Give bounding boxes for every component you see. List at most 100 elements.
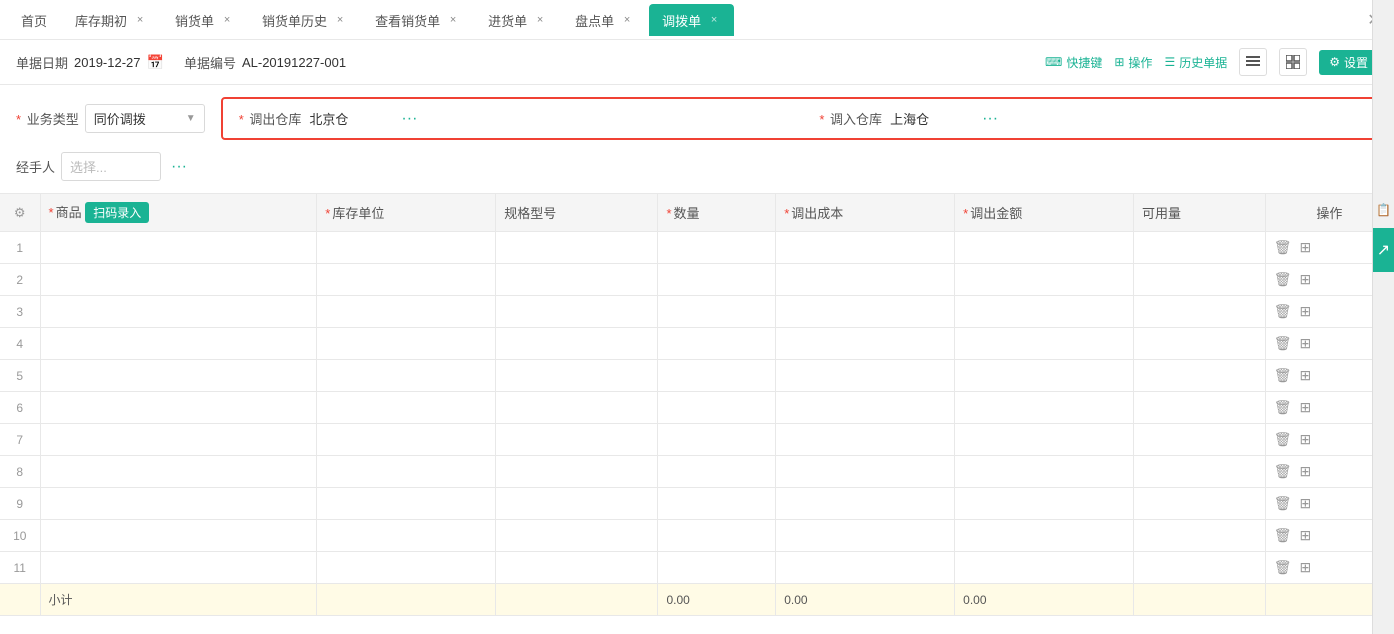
business-type-group: * 业务类型 同价调拨 ▼	[16, 104, 205, 133]
sidebar-notes-icon[interactable]: 📋	[1374, 200, 1394, 220]
items-table: ⚙ *商品 扫码录入 *库存单位 规格型号 *数量 *调出成本	[0, 194, 1394, 616]
form-body: * 业务类型 同价调拨 ▼ * 调出仓库 北京仓 ···	[0, 85, 1394, 193]
table-container: ⚙ *商品 扫码录入 *库存单位 规格型号 *数量 *调出成本	[0, 193, 1394, 634]
right-sidebar: 📋 ↗	[1372, 0, 1394, 634]
table-row: 1 🗑 ⊞	[0, 232, 1394, 264]
tab-inventory-check[interactable]: 盘点单 ×	[562, 4, 647, 36]
close-inventory-check-tab[interactable]: ×	[620, 13, 634, 27]
th-amount: *调出金额	[955, 194, 1134, 232]
calendar-icon[interactable]: 📅	[147, 54, 164, 71]
warehouse-highlight-box: * 调出仓库 北京仓 ··· * 调入仓库 上海仓 ···	[221, 97, 1378, 140]
sidebar-expand-icon[interactable]: ↗	[1373, 228, 1394, 272]
row-ops-5: 🗑 ⊞	[1274, 367, 1385, 384]
number-field: 单据编号 AL-20191227-001	[184, 53, 346, 72]
tab-sales-history[interactable]: 销货单历史 ×	[249, 4, 360, 36]
table-row: 8 🗑 ⊞	[0, 456, 1394, 488]
close-purchase-tab[interactable]: ×	[533, 13, 547, 27]
warehouse-out-more-btn[interactable]: ···	[397, 110, 421, 128]
delete-icon[interactable]: 🗑	[1274, 527, 1292, 544]
th-qty: *数量	[658, 194, 776, 232]
handler-group: 经手人 选择... ···	[16, 152, 191, 181]
header-actions: ⌨ 快捷键 ⊞ 操作 ☰ 历史单据	[1045, 48, 1378, 76]
copy-icon[interactable]: ⊞	[1300, 431, 1312, 448]
close-view-sales-tab[interactable]: ×	[446, 13, 460, 27]
grid-icon: ⊞	[1114, 55, 1124, 69]
table-settings-icon[interactable]: ⚙	[14, 205, 26, 220]
copy-icon[interactable]: ⊞	[1300, 559, 1312, 576]
row-ops-3: 🗑 ⊞	[1274, 303, 1385, 320]
handler-more-btn[interactable]: ···	[167, 158, 191, 176]
settings-icon: ⚙	[1329, 55, 1340, 69]
close-transfer-tab[interactable]: ×	[707, 13, 721, 27]
row-ops-11: 🗑 ⊞	[1274, 559, 1385, 576]
subtotal-label: 小计	[40, 584, 317, 616]
subtotal-qty: 0.00	[658, 584, 776, 616]
th-spec: 规格型号	[496, 194, 658, 232]
close-sales-history-tab[interactable]: ×	[333, 13, 347, 27]
grid-view-icon	[1286, 55, 1300, 69]
table-row: 3 🗑 ⊞	[0, 296, 1394, 328]
tab-transfer-order[interactable]: 调拨单 ×	[649, 4, 734, 36]
scan-button[interactable]: 扫码录入	[85, 202, 149, 223]
tab-purchase-order[interactable]: 进货单 ×	[475, 4, 560, 36]
copy-icon[interactable]: ⊞	[1300, 239, 1312, 256]
subtotal-amount: 0.00	[955, 584, 1134, 616]
delete-icon[interactable]: 🗑	[1274, 271, 1292, 288]
form-row-2: 经手人 选择... ···	[16, 152, 1378, 181]
settings-button[interactable]: ⚙ 设置	[1319, 50, 1378, 75]
tab-home[interactable]: 首页	[8, 4, 60, 36]
table-row: 5 🗑 ⊞	[0, 360, 1394, 392]
copy-icon[interactable]: ⊞	[1300, 399, 1312, 416]
shortcut-link[interactable]: ⌨ 快捷键	[1045, 54, 1102, 71]
delete-icon[interactable]: 🗑	[1274, 303, 1292, 320]
business-type-select[interactable]: 同价调拨 ▼	[85, 104, 205, 133]
grid-view-btn[interactable]	[1279, 48, 1307, 76]
operate-link[interactable]: ⊞ 操作	[1114, 54, 1152, 71]
copy-icon[interactable]: ⊞	[1300, 527, 1312, 544]
close-sales-order-tab[interactable]: ×	[220, 13, 234, 27]
warehouse-out-field: * 调出仓库 北京仓 ···	[239, 109, 780, 128]
delete-icon[interactable]: 🗑	[1274, 559, 1292, 576]
table-row: 6 🗑 ⊞	[0, 392, 1394, 424]
copy-icon[interactable]: ⊞	[1300, 495, 1312, 512]
warehouse-in-more-btn[interactable]: ···	[978, 110, 1002, 128]
dropdown-arrow-icon: ▼	[186, 113, 196, 124]
list-view-btn[interactable]	[1239, 48, 1267, 76]
copy-icon[interactable]: ⊞	[1300, 463, 1312, 480]
delete-icon[interactable]: 🗑	[1274, 463, 1292, 480]
tab-sales-order[interactable]: 销货单 ×	[162, 4, 247, 36]
delete-icon[interactable]: 🗑	[1274, 495, 1292, 512]
warehouse-in-field: * 调入仓库 上海仓 ···	[819, 109, 1360, 128]
row-ops-10: 🗑 ⊞	[1274, 527, 1385, 544]
delete-icon[interactable]: 🗑	[1274, 399, 1292, 416]
delete-icon[interactable]: 🗑	[1274, 239, 1292, 256]
row-ops-8: 🗑 ⊞	[1274, 463, 1385, 480]
copy-icon[interactable]: ⊞	[1300, 367, 1312, 384]
subtotal-cost: 0.00	[776, 584, 955, 616]
table-row: 4 🗑 ⊞	[0, 328, 1394, 360]
row-ops-2: 🗑 ⊞	[1274, 271, 1385, 288]
row-ops-7: 🗑 ⊞	[1274, 431, 1385, 448]
th-settings[interactable]: ⚙	[0, 194, 40, 232]
history-link[interactable]: ☰ 历史单据	[1164, 54, 1227, 71]
keyboard-icon: ⌨	[1045, 55, 1062, 69]
history-icon: ☰	[1164, 55, 1175, 69]
th-cost: *调出成本	[776, 194, 955, 232]
delete-icon[interactable]: 🗑	[1274, 367, 1292, 384]
date-field: 单据日期 2019-12-27 📅	[16, 53, 164, 72]
delete-icon[interactable]: 🗑	[1274, 335, 1292, 352]
table-row: 2 🗑 ⊞	[0, 264, 1394, 296]
copy-icon[interactable]: ⊞	[1300, 303, 1312, 320]
th-product: *商品 扫码录入	[40, 194, 317, 232]
th-unit: *库存单位	[317, 194, 496, 232]
tab-inventory-init[interactable]: 库存期初 ×	[62, 4, 160, 36]
subtotal-row: 小计 0.00 0.00 0.00	[0, 584, 1394, 616]
copy-icon[interactable]: ⊞	[1300, 335, 1312, 352]
tab-view-sales[interactable]: 查看销货单 ×	[362, 4, 473, 36]
handler-select[interactable]: 选择...	[61, 152, 161, 181]
copy-icon[interactable]: ⊞	[1300, 271, 1312, 288]
table-row: 10 🗑 ⊞	[0, 520, 1394, 552]
delete-icon[interactable]: 🗑	[1274, 431, 1292, 448]
close-inventory-init-tab[interactable]: ×	[133, 13, 147, 27]
form-header: 单据日期 2019-12-27 📅 单据编号 AL-20191227-001 ⌨…	[0, 40, 1394, 85]
